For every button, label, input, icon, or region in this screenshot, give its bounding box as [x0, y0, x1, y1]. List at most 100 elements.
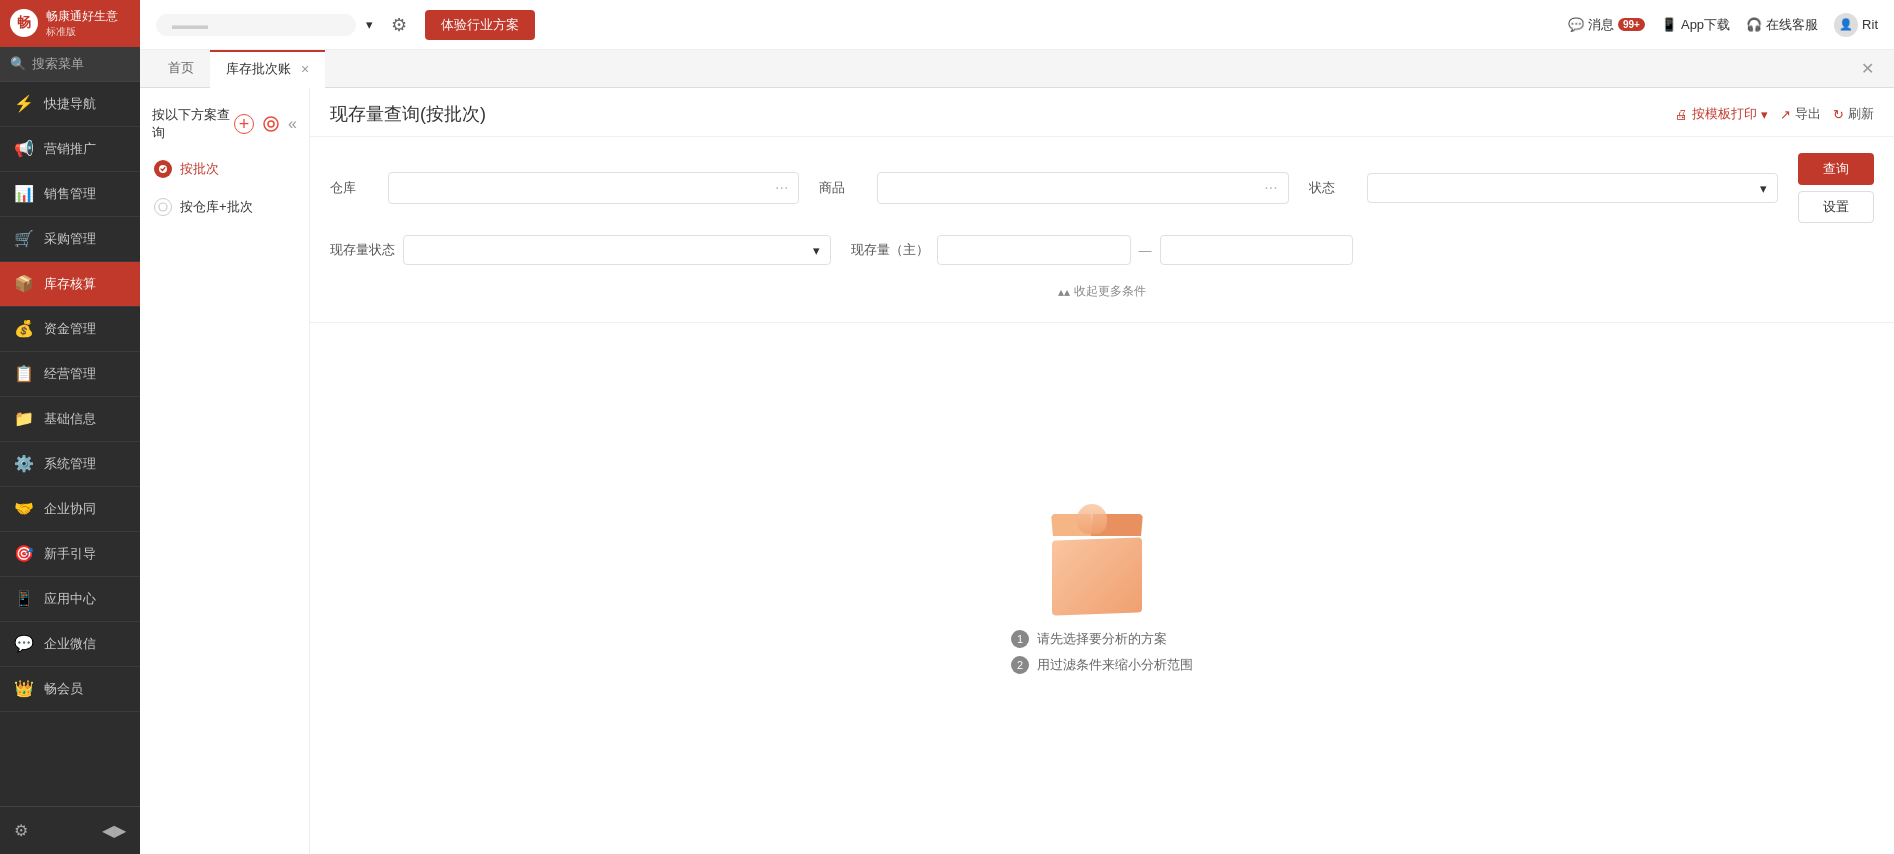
sidebar-item-app-center[interactable]: 📱 应用中心	[0, 577, 140, 622]
export-btn[interactable]: ↗ 导出	[1780, 105, 1821, 123]
stock-qty-min-input[interactable]	[937, 235, 1130, 265]
sidebar-header: 畅 畅康通好生意 标准版	[0, 0, 140, 47]
operations-icon: 📋	[14, 364, 34, 384]
user-menu[interactable]: 👤 Rit	[1834, 13, 1878, 37]
app-title: 畅康通好生意 标准版	[46, 8, 118, 39]
top-search-bar: ▬▬▬	[156, 14, 356, 36]
query-settings-btn[interactable]: 设置	[1798, 191, 1874, 223]
sidebar-item-system[interactable]: ⚙️ 系统管理	[0, 442, 140, 487]
chevron-up-icon: ▴▴	[1058, 285, 1070, 299]
warehouse-input[interactable]: ···	[388, 172, 799, 204]
collapse-conditions-btn[interactable]: ▴▴ 收起更多条件	[330, 277, 1874, 306]
avatar: 👤	[1834, 13, 1858, 37]
collapse-sidebar-btn[interactable]: ◀▶	[98, 817, 130, 844]
sidebar-item-enterprise[interactable]: 🤝 企业协同	[0, 487, 140, 532]
empty-state: 1 请先选择要分析的方案 2 用过滤条件来缩小分析范围	[310, 323, 1894, 854]
sidebar-item-wechat[interactable]: 💬 企业微信	[0, 622, 140, 667]
sidebar-item-quick-nav[interactable]: ⚡ 快捷导航	[0, 82, 140, 127]
inventory-icon: 📦	[14, 274, 34, 294]
sidebar-item-vip[interactable]: 👑 畅会员	[0, 667, 140, 712]
stock-status-input[interactable]: ▾	[403, 235, 831, 265]
sidebar-item-purchase[interactable]: 🛒 采购管理	[0, 217, 140, 262]
filter-dot-active	[154, 160, 172, 178]
page-title: 现存量查询(按批次)	[330, 102, 486, 126]
query-form: 仓库 ··· 商品 ··· 状态	[310, 137, 1894, 323]
enterprise-icon: 🤝	[14, 499, 34, 519]
tab-batch-account[interactable]: 库存批次账 ×	[210, 50, 325, 88]
tab-close-btn[interactable]: ×	[301, 62, 309, 76]
filter-panel: 按以下方案查询 + « 按批次	[140, 88, 310, 854]
query-button[interactable]: 查询	[1798, 153, 1874, 185]
status-input[interactable]: ▾	[1367, 173, 1778, 203]
finance-icon: 💰	[14, 319, 34, 339]
dots-icon-2: ···	[1264, 179, 1277, 197]
filter-settings-btn[interactable]	[262, 115, 280, 133]
chevron-down-icon-stock: ▾	[813, 243, 820, 258]
stock-status-field: 现存量状态 ▾	[330, 235, 831, 265]
chevron-down-icon: ▾	[366, 17, 373, 32]
tab-close-right-btn[interactable]: ✕	[1853, 55, 1882, 82]
app-logo: 畅	[10, 9, 38, 37]
marketing-icon: 📢	[14, 139, 34, 159]
sidebar-item-sales[interactable]: 📊 销售管理	[0, 172, 140, 217]
export-icon: ↗	[1780, 107, 1791, 122]
sales-icon: 📊	[14, 184, 34, 204]
top-bar: ▬▬▬ ▾ ⚙ 体验行业方案 💬 消息 99+ 📱 App下载 🎧 在线客服 👤	[140, 0, 1894, 50]
sidebar-item-guide[interactable]: 🎯 新手引导	[0, 532, 140, 577]
chevron-down-icon-status: ▾	[1760, 181, 1767, 196]
basic-icon: 📁	[14, 409, 34, 429]
chevron-down-icon: ▾	[1761, 107, 1768, 122]
page-actions: 🖨 按模板打印 ▾ ↗ 导出 ↻ 刷新	[1675, 105, 1874, 123]
sidebar-menu: ⚡ 快捷导航 📢 营销推广 📊 销售管理 🛒 采购管理 📦 库存核算 💰 资金管…	[0, 82, 140, 806]
app-center-icon: 📱	[14, 589, 34, 609]
add-filter-btn[interactable]: +	[234, 114, 254, 134]
quick-nav-icon: ⚡	[14, 94, 34, 114]
settings-top-btn[interactable]: ⚙	[383, 10, 415, 40]
notification-btn[interactable]: 💬 消息 99+	[1568, 16, 1645, 34]
svg-point-1	[268, 121, 274, 127]
refresh-btn[interactable]: ↻ 刷新	[1833, 105, 1874, 123]
phone-icon: 📱	[1661, 17, 1677, 32]
filter-panel-header: 按以下方案查询 + «	[140, 98, 309, 150]
filter-item-by-warehouse-batch[interactable]: 按仓库+批次	[140, 188, 309, 226]
filter-item-by-batch[interactable]: 按批次	[140, 150, 309, 188]
customer-service-btn[interactable]: 🎧 在线客服	[1746, 16, 1818, 34]
sidebar: 畅 畅康通好生意 标准版 🔍 搜索菜单 ⚡ 快捷导航 📢 营销推广 📊 销售管理…	[0, 0, 140, 854]
purchase-icon: 🛒	[14, 229, 34, 249]
content-area: 按以下方案查询 + « 按批次	[140, 88, 1894, 854]
product-input[interactable]: ···	[877, 172, 1288, 204]
svg-point-0	[264, 117, 278, 131]
settings-bottom-btn[interactable]: ⚙	[10, 817, 32, 844]
box-figure	[1077, 504, 1107, 534]
sidebar-search[interactable]: 🔍 搜索菜单	[0, 47, 140, 82]
print-icon: 🖨	[1675, 107, 1688, 122]
query-btn-group: 查询 设置	[1798, 153, 1874, 223]
sidebar-item-operations[interactable]: 📋 经营管理	[0, 352, 140, 397]
experience-btn[interactable]: 体验行业方案	[425, 10, 535, 40]
tab-home[interactable]: 首页	[152, 51, 210, 87]
sidebar-bottom: ⚙ ◀▶	[0, 806, 140, 854]
right-panel: 现存量查询(按批次) 🖨 按模板打印 ▾ ↗ 导出 ↻ 刷新	[310, 88, 1894, 854]
warehouse-field: 仓库 ···	[330, 172, 799, 204]
sidebar-item-basic[interactable]: 📁 基础信息	[0, 397, 140, 442]
message-icon: 💬	[1568, 17, 1584, 32]
headset-icon: 🎧	[1746, 17, 1762, 32]
svg-point-3	[159, 203, 167, 211]
box-body	[1052, 537, 1142, 615]
collapse-filter-btn[interactable]: «	[288, 116, 297, 132]
sidebar-item-marketing[interactable]: 📢 营销推广	[0, 127, 140, 172]
guide-icon: 🎯	[14, 544, 34, 564]
filter-panel-icons: + «	[234, 114, 297, 134]
sidebar-item-inventory[interactable]: 📦 库存核算	[0, 262, 140, 307]
search-icon: 🔍	[10, 56, 26, 71]
status-field: 状态 ▾	[1309, 173, 1778, 203]
print-btn[interactable]: 🖨 按模板打印 ▾	[1675, 105, 1768, 123]
refresh-icon: ↻	[1833, 107, 1844, 122]
sidebar-item-finance[interactable]: 💰 资金管理	[0, 307, 140, 352]
stock-qty-max-input[interactable]	[1160, 235, 1353, 265]
top-dropdown[interactable]: ▾	[366, 17, 373, 32]
top-bar-right: 💬 消息 99+ 📱 App下载 🎧 在线客服 👤 Rit	[1568, 13, 1878, 37]
app-download-btn[interactable]: 📱 App下载	[1661, 16, 1730, 34]
tab-bar: 首页 库存批次账 × ✕	[140, 50, 1894, 88]
main-area: ▬▬▬ ▾ ⚙ 体验行业方案 💬 消息 99+ 📱 App下载 🎧 在线客服 👤	[140, 0, 1894, 854]
